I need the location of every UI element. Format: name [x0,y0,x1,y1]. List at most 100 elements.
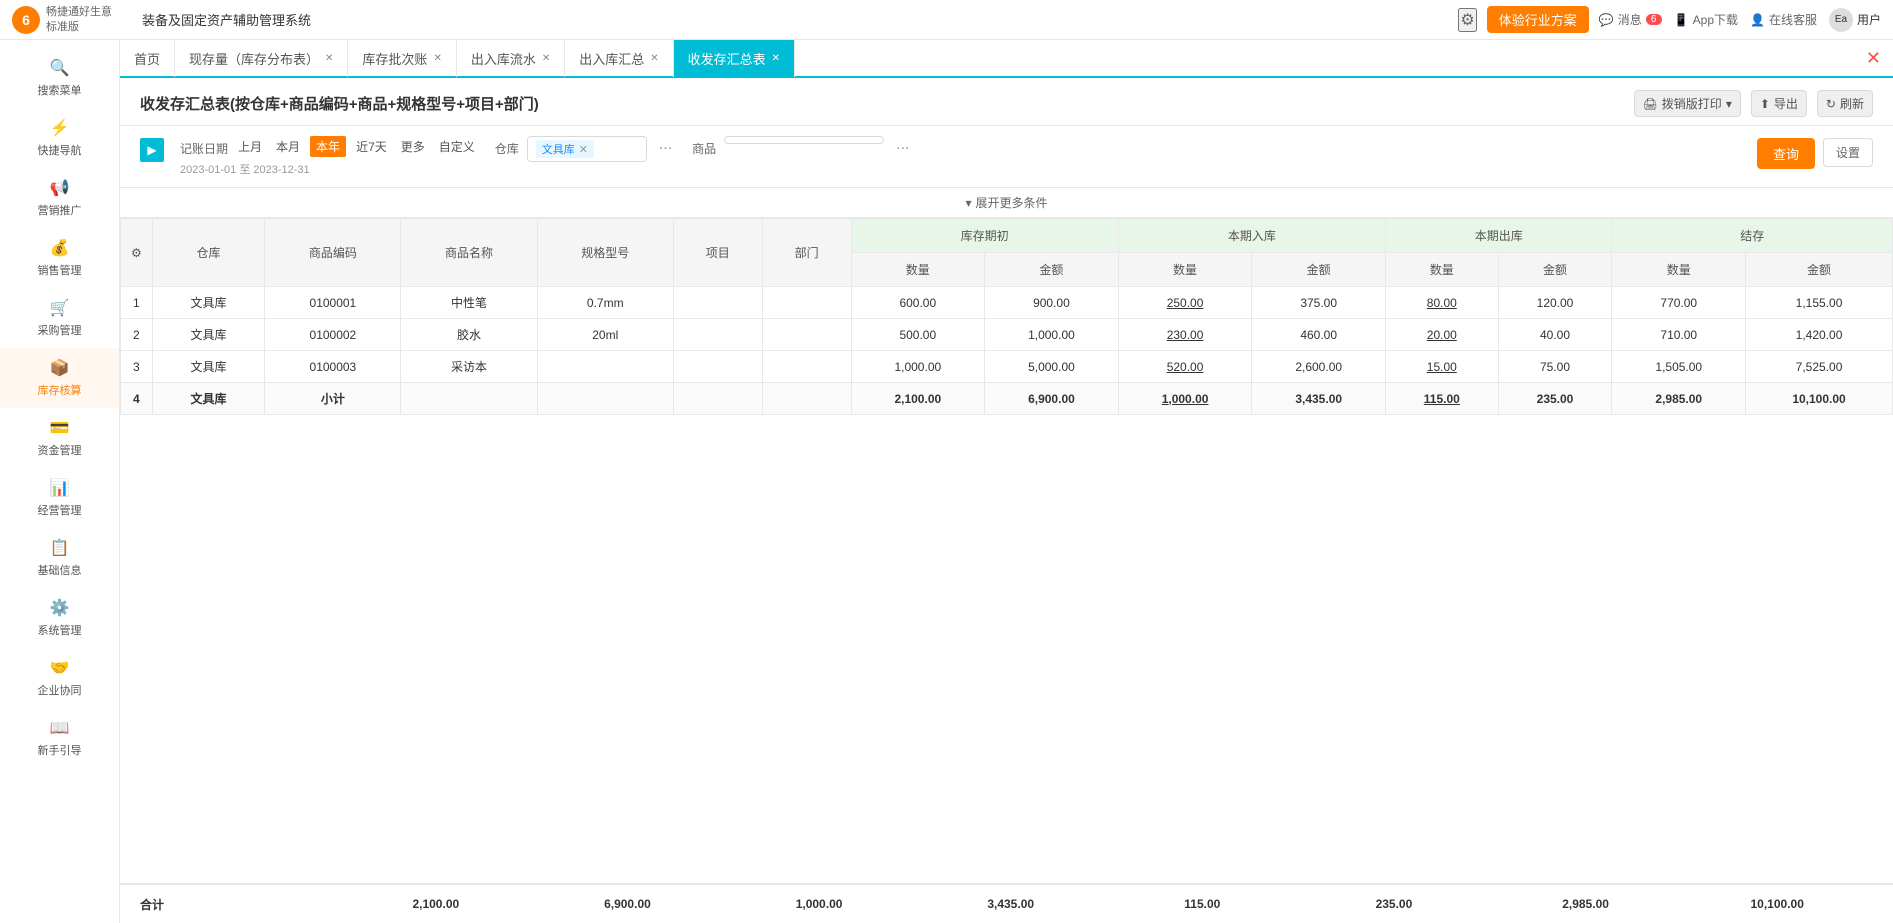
app-download-button[interactable]: 📱 App下载 [1674,11,1738,28]
sidebar-item-purchase[interactable]: 🛒 采购管理 [0,288,119,348]
close-all-tabs-button[interactable]: ✕ [1854,48,1893,69]
top-bar-actions: 💬 消息 6 📱 App下载 👤 在线客服 Ea 用户 [1599,8,1881,32]
tab-home[interactable]: 首页 [120,40,175,77]
col-close-amt-header: 金额 [1746,253,1893,287]
total-close-qty: 2,985.00 [1490,897,1682,911]
tab-close-inout-flow[interactable]: ✕ [542,53,550,64]
last-7days-btn[interactable]: 近7天 [352,136,391,157]
system-title: 装备及固定资产辅助管理系统 [142,10,1440,29]
tab-batch[interactable]: 库存批次账 ✕ [348,40,456,77]
inventory-icon: 📦 [50,358,70,378]
tab-close-inout-summary[interactable]: ✕ [650,53,658,64]
row1-num: 1 [121,287,153,319]
total-out-qty: 115.00 [1107,897,1299,911]
row2-out-qty[interactable]: 20.00 [1386,319,1499,351]
subtotal-row: 4 文具库 小计 2,100.00 6,900.00 1,000.00 [121,383,1893,415]
row1-in-qty[interactable]: 250.00 [1118,287,1252,319]
row2-in-qty[interactable]: 230.00 [1118,319,1252,351]
tab-close-batch[interactable]: ✕ [433,53,441,64]
tab-recv-summary[interactable]: 收发存汇总表 ✕ [674,40,795,77]
sidebar-label-guide: 新手引导 [38,742,82,758]
last-month-btn[interactable]: 上月 [234,136,266,157]
basic-icon: 📋 [50,538,70,558]
marketing-icon: 📢 [50,178,70,198]
row1-out-qty[interactable]: 80.00 [1386,287,1499,319]
subtotal-open-qty: 2,100.00 [851,383,985,415]
sidebar: 🔍 搜索菜单 ⚡ 快捷导航 📢 营销推广 💰 销售管理 🛒 采购管理 📦 [0,40,120,923]
subtotal-out-qty[interactable]: 115.00 [1386,383,1499,415]
sidebar-item-search[interactable]: 🔍 搜索菜单 [0,48,119,108]
sidebar-item-guide[interactable]: 📖 新手引导 [0,708,119,768]
row1-out-amt: 120.00 [1498,287,1612,319]
online-service-button[interactable]: 👤 在线客服 [1750,11,1817,28]
export-button[interactable]: ⬆ 导出 [1751,90,1807,117]
export-icon: ⬆ [1760,97,1770,111]
expand-icon: ▾ [965,196,971,210]
filter-settings-button[interactable]: 设置 [1823,138,1873,167]
filter-bar: ▶ 记账日期 上月 本月 本年 近7天 更多 自定义 [120,126,1893,188]
query-button[interactable]: 查询 [1757,138,1815,169]
row3-in-qty[interactable]: 520.00 [1118,351,1252,383]
table-wrapper: ⚙ 仓库 商品编码 商品名称 规格型号 项目 部门 库存期初 本期入库 本期出库 [120,218,1893,883]
tab-inout-flow[interactable]: 出入库流水 ✕ [457,40,565,77]
warehouse-tag-close[interactable]: ✕ [579,143,588,156]
row3-out-qty[interactable]: 15.00 [1386,351,1499,383]
total-out-amt: 235.00 [1298,897,1490,911]
print-button[interactable]: 🖨 拨销版打印 ▾ [1634,90,1741,117]
tab-inout-summary[interactable]: 出入库汇总 ✕ [565,40,673,77]
custom-date-btn[interactable]: 自定义 [435,136,479,157]
goods-input[interactable] [724,136,884,144]
sidebar-label-finance: 资金管理 [38,442,82,458]
sidebar-item-collab[interactable]: 🤝 企业协同 [0,648,119,708]
date-shortcuts: 上月 本月 本年 近7天 更多 自定义 [234,136,479,157]
refresh-button[interactable]: ↻ 刷新 [1817,90,1873,117]
col-out-amt-header: 金额 [1498,253,1612,287]
sidebar-item-marketing[interactable]: 📢 营销推广 [0,168,119,228]
refresh-icon: ↻ [1826,97,1836,111]
more-dates-btn[interactable]: 更多 [397,136,429,157]
message-button[interactable]: 💬 消息 6 [1599,11,1662,28]
sidebar-item-finance[interactable]: 💳 资金管理 [0,408,119,468]
sidebar-item-system[interactable]: ⚙️ 系统管理 [0,588,119,648]
sidebar-item-business[interactable]: 📊 经营管理 [0,468,119,528]
sidebar-label-collab: 企业协同 [38,682,82,698]
expand-more-button[interactable]: ▾ 展开更多条件 [965,194,1047,211]
sidebar-item-basic[interactable]: 📋 基础信息 [0,528,119,588]
table-row: 1 文具库 0100001 中性笔 0.7mm 600.00 900.00 25… [121,287,1893,319]
col-opening-amt-header: 金额 [985,253,1119,287]
user-area[interactable]: Ea 用户 [1829,8,1881,32]
trial-button[interactable]: 体验行业方案 [1487,6,1589,33]
subtotal-close-qty: 2,985.00 [1612,383,1746,415]
warehouse-more-btn[interactable]: ... [655,136,676,154]
sidebar-label-marketing: 营销推广 [38,202,82,218]
download-icon: 📱 [1674,13,1689,27]
tab-close-stock-dist[interactable]: ✕ [325,53,333,64]
sidebar-item-quicknav[interactable]: ⚡ 快捷导航 [0,108,119,168]
subtotal-in-qty[interactable]: 1,000.00 [1118,383,1252,415]
sidebar-item-inventory[interactable]: 📦 库存核算 [0,348,119,408]
warehouse-input[interactable]: 文具库 ✕ [527,136,647,162]
sidebar-item-sales[interactable]: 💰 销售管理 [0,228,119,288]
finance-icon: 💳 [50,418,70,438]
row2-warehouse: 文具库 [152,319,265,351]
col-settings-header[interactable]: ⚙ [121,219,153,287]
this-month-btn[interactable]: 本月 [272,136,304,157]
this-year-btn[interactable]: 本年 [310,136,346,157]
gear-button[interactable]: ⚙ [1458,8,1476,32]
goods-more-btn[interactable]: ... [892,136,913,154]
filter-expand-arrow[interactable]: ▶ [140,138,164,162]
row3-num: 3 [121,351,153,383]
expand-more-bar: ▾ 展开更多条件 [120,188,1893,218]
col-close-header: 结存 [1612,219,1893,253]
sidebar-label-purchase: 采购管理 [38,322,82,338]
message-badge: 6 [1646,14,1662,25]
row1-spec: 0.7mm [537,287,673,319]
row3-out-amt: 75.00 [1498,351,1612,383]
total-open-qty: 2,100.00 [340,897,532,911]
tab-stock-dist[interactable]: 现存量（库存分布表） ✕ [175,40,348,77]
logo-icon: 6 [12,6,40,34]
tab-close-recv-summary[interactable]: ✕ [772,53,780,64]
row1-open-amt: 900.00 [985,287,1119,319]
main-body: 🔍 搜索菜单 ⚡ 快捷导航 📢 营销推广 💰 销售管理 🛒 采购管理 📦 [0,40,1893,923]
summary-table: ⚙ 仓库 商品编码 商品名称 规格型号 项目 部门 库存期初 本期入库 本期出库 [120,218,1893,415]
